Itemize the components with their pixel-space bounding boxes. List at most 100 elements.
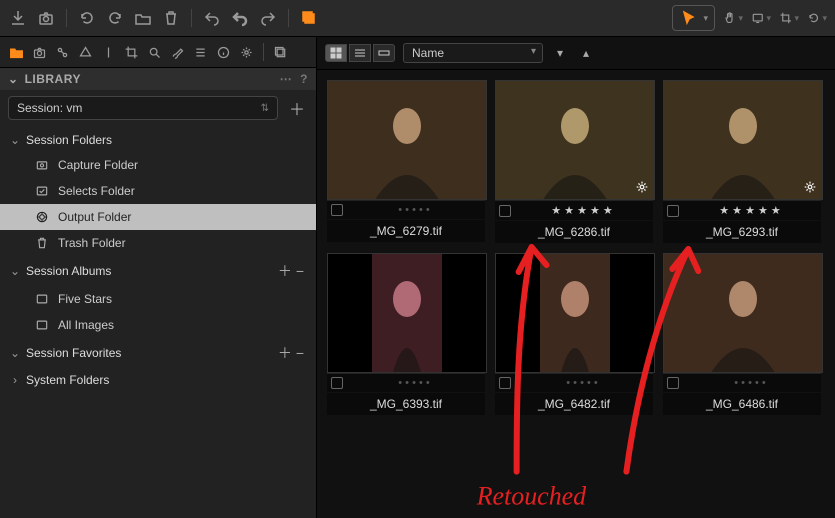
chevron-down-icon: ⌄ <box>8 72 19 86</box>
rating-bar[interactable]: • • • • • <box>663 373 821 392</box>
thumbnail[interactable]: • • • • • _MG_6486.tif <box>663 253 821 415</box>
add-button[interactable]: ＋ <box>278 263 296 279</box>
tool-gear-icon[interactable] <box>238 44 255 61</box>
rating-bar[interactable]: • • • • • <box>495 373 653 392</box>
tree-item-label: Trash Folder <box>58 236 126 250</box>
rating-bar[interactable]: • • • • • <box>327 200 485 219</box>
filename-label: _MG_6279.tif <box>327 219 485 242</box>
rating-bar[interactable]: ★ ★ ★ ★ ★ <box>663 200 821 220</box>
tool-brush-icon[interactable] <box>169 44 186 61</box>
browser-panel: Name ▾ ▴ • • • • •_MG_6279.tif★ ★ ★ ★ ★_… <box>317 37 835 518</box>
panel-layout-icon[interactable] <box>272 44 289 61</box>
library-tree: ⌄Session FoldersCapture FolderSelects Fo… <box>0 126 316 518</box>
select-checkbox[interactable] <box>331 204 343 216</box>
tool-crop-icon[interactable] <box>123 44 140 61</box>
capture-icon <box>34 157 50 173</box>
camera-icon[interactable] <box>36 8 56 28</box>
rotate-right-icon[interactable] <box>105 8 125 28</box>
windows-icon[interactable] <box>299 8 319 28</box>
selects-icon <box>34 183 50 199</box>
rating-bar[interactable]: ★ ★ ★ ★ ★ <box>495 200 653 220</box>
tool-line-icon[interactable] <box>100 44 117 61</box>
chevron-right-icon: › <box>8 373 22 387</box>
sort-label: Name <box>412 46 444 60</box>
filmstrip-view-button[interactable] <box>373 44 395 62</box>
thumbnail-image[interactable] <box>663 80 823 200</box>
main-toolbar: ▾ ▾ ▾ ▾ ▾ <box>0 0 835 37</box>
tree-item-label: Output Folder <box>58 210 131 224</box>
sort-direction-button[interactable]: ▾ <box>551 44 569 62</box>
folder-open-icon[interactable] <box>133 8 153 28</box>
tool-shape-icon[interactable] <box>77 44 94 61</box>
sort-selector[interactable]: Name <box>403 43 543 63</box>
section-session-albums[interactable]: ⌄Session Albums＋− <box>0 256 316 286</box>
tree-item-five-stars[interactable]: Five Stars <box>0 286 316 312</box>
gear-icon[interactable] <box>802 179 818 195</box>
filename-label: _MG_6286.tif <box>495 220 653 243</box>
tool-camera-icon[interactable] <box>31 44 48 61</box>
section-session-folders[interactable]: ⌄Session Folders <box>0 128 316 152</box>
tree-item-trash-folder[interactable]: Trash Folder <box>0 230 316 256</box>
list-view-button[interactable] <box>349 44 371 62</box>
section-session-favorites[interactable]: ⌄Session Favorites＋− <box>0 338 316 368</box>
section-label: Session Folders <box>26 133 112 147</box>
session-selector[interactable]: Session: vm ⇅ <box>8 96 278 120</box>
chevron-down-icon: ⌄ <box>8 346 22 360</box>
cursor-tool[interactable]: ▾ <box>672 5 715 31</box>
crop-tool[interactable]: ▾ <box>779 8 799 28</box>
select-checkbox[interactable] <box>667 205 679 217</box>
filename-label: _MG_6486.tif <box>663 392 821 415</box>
help-icon[interactable]: ? <box>300 72 308 86</box>
trash-icon[interactable] <box>161 8 181 28</box>
select-checkbox[interactable] <box>499 377 511 389</box>
library-header[interactable]: ⌄ LIBRARY ⋯ ? <box>0 68 316 90</box>
star-rating[interactable]: • • • • • <box>515 377 649 389</box>
rating-bar[interactable]: • • • • • <box>327 373 485 392</box>
star-rating[interactable]: • • • • • <box>347 377 481 389</box>
tree-item-capture-folder[interactable]: Capture Folder <box>0 152 316 178</box>
section-system-folders[interactable]: ›System Folders <box>0 368 316 392</box>
undo-icon[interactable] <box>202 8 222 28</box>
grid-view-button[interactable] <box>325 44 347 62</box>
tool-folder-icon[interactable] <box>8 44 25 61</box>
tool-info-icon[interactable] <box>215 44 232 61</box>
sort-direction-up-button[interactable]: ▴ <box>577 44 595 62</box>
thumbnail[interactable]: ★ ★ ★ ★ ★ _MG_6286.tif <box>495 80 653 243</box>
hand-tool[interactable]: ▾ <box>723 8 743 28</box>
tool-link-icon[interactable] <box>54 44 71 61</box>
add-session-button[interactable]: ＋ <box>286 97 308 119</box>
thumbnail-image[interactable] <box>495 253 655 373</box>
redo-icon[interactable] <box>258 8 278 28</box>
thumbnail-image[interactable] <box>327 253 487 373</box>
thumbnail[interactable]: • • • • • _MG_6279.tif <box>327 80 485 243</box>
import-icon[interactable] <box>8 8 28 28</box>
thumbnail-image[interactable] <box>327 80 487 200</box>
rotate-left-icon[interactable] <box>77 8 97 28</box>
select-checkbox[interactable] <box>499 205 511 217</box>
thumbnail-image[interactable] <box>663 253 823 373</box>
select-checkbox[interactable] <box>667 377 679 389</box>
thumbnail[interactable]: • • • • •_MG_6393.tif <box>327 253 485 415</box>
remove-button[interactable]: − <box>296 345 308 361</box>
star-rating[interactable]: ★ ★ ★ ★ ★ <box>515 204 649 217</box>
gear-icon[interactable] <box>634 179 650 195</box>
tool-search-icon[interactable] <box>146 44 163 61</box>
thumbnail[interactable]: • • • • •_MG_6482.tif <box>495 253 653 415</box>
tree-item-selects-folder[interactable]: Selects Folder <box>0 178 316 204</box>
trash-icon <box>34 235 50 251</box>
select-checkbox[interactable] <box>331 377 343 389</box>
tree-item-output-folder[interactable]: Output Folder <box>0 204 316 230</box>
thumbnail[interactable]: ★ ★ ★ ★ ★_MG_6293.tif <box>663 80 821 243</box>
rotate-tool[interactable]: ▾ <box>807 8 827 28</box>
tree-item-all-images[interactable]: All Images <box>0 312 316 338</box>
undo-bold-icon[interactable] <box>230 8 250 28</box>
remove-button[interactable]: − <box>296 263 308 279</box>
more-icon[interactable]: ⋯ <box>280 72 293 86</box>
add-button[interactable]: ＋ <box>278 345 296 361</box>
star-rating[interactable]: • • • • • <box>347 204 481 216</box>
tool-list-icon[interactable] <box>192 44 209 61</box>
star-rating[interactable]: ★ ★ ★ ★ ★ <box>683 204 817 217</box>
thumbnail-image[interactable] <box>495 80 655 200</box>
screen-tool[interactable]: ▾ <box>751 8 771 28</box>
star-rating[interactable]: • • • • • <box>683 377 817 389</box>
